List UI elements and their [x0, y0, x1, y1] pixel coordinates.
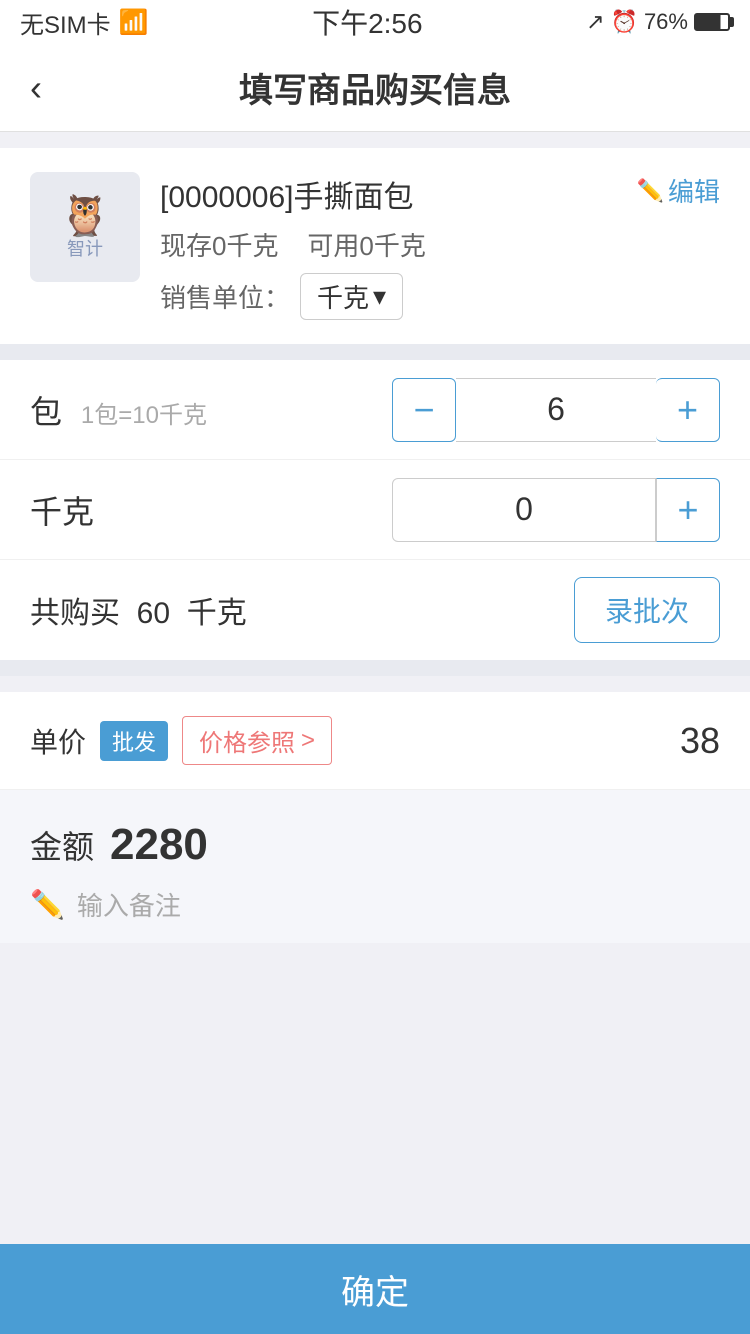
back-button[interactable]: ‹ — [30, 67, 42, 109]
alarm-icon: ⏰ — [611, 9, 638, 35]
wifi-icon: 📶 — [119, 8, 149, 37]
status-time: 下午2:56 — [312, 2, 423, 42]
amount-value: 2280 — [110, 820, 208, 870]
page-title: 填写商品购买信息 — [239, 63, 511, 112]
logo-text: 智计 — [67, 240, 103, 258]
bag-input[interactable] — [456, 378, 656, 442]
edit-button[interactable]: ✏️ 编辑 — [637, 172, 720, 209]
amount-label: 金额 — [30, 822, 94, 868]
status-right: ↗ ⏰ 76% — [586, 9, 730, 35]
battery-label: 76% — [644, 9, 688, 35]
summary-quantity: 60 — [137, 597, 170, 630]
confirm-bar[interactable]: 确定 — [0, 1244, 750, 1334]
price-row: 单价 批发 价格参照 > 38 — [0, 692, 750, 790]
bag-input-row: 包 1包=10千克 − + — [0, 360, 750, 460]
product-logo: 🦉 智计 — [60, 196, 110, 258]
kg-controls: + — [392, 478, 720, 542]
bag-plus-button[interactable]: + — [656, 378, 720, 442]
summary-row: 共购买 60 千克 录批次 — [0, 560, 750, 660]
kg-input[interactable] — [392, 478, 656, 542]
kg-input-row: 千克 + — [0, 460, 750, 560]
status-left: 无SIM卡 📶 — [20, 5, 149, 40]
kg-label: 千克 — [30, 487, 392, 533]
ref-arrow-icon: > — [301, 727, 315, 755]
note-row[interactable]: ✏️ 输入备注 — [30, 886, 720, 923]
dropdown-icon: ▾ — [373, 281, 386, 312]
unit-select[interactable]: 千克 ▾ — [300, 273, 403, 320]
product-card: 🦉 智计 [0000006]手撕面包 现存0千克 可用0千克 销售单位： 千克 … — [0, 148, 750, 344]
product-unit: 销售单位： 千克 ▾ — [160, 273, 720, 320]
bag-controls: − + — [392, 378, 720, 442]
bag-label: 包 1包=10千克 — [30, 387, 392, 433]
price-tag: 批发 — [100, 721, 168, 761]
price-value: 38 — [680, 720, 720, 762]
divider-1 — [0, 344, 750, 360]
bag-hint: 1包=10千克 — [81, 402, 207, 429]
pencil-icon: ✏️ — [30, 888, 65, 921]
location-icon: ↗ — [586, 9, 604, 35]
amount-section: 金额 2280 ✏️ 输入备注 — [0, 790, 750, 943]
status-bar: 无SIM卡 📶 下午2:56 ↗ ⏰ 76% — [0, 0, 750, 44]
kg-plus-button[interactable]: + — [656, 478, 720, 542]
summary-text: 共购买 60 千克 — [30, 588, 247, 632]
amount-row: 金额 2280 — [30, 820, 720, 870]
divider-2 — [0, 660, 750, 676]
batch-button[interactable]: 录批次 — [574, 577, 720, 643]
product-image: 🦉 智计 — [30, 172, 140, 282]
nav-bar: ‹ 填写商品购买信息 — [0, 44, 750, 132]
battery-icon — [694, 13, 730, 31]
price-label: 单价 — [30, 721, 86, 761]
input-section: 包 1包=10千克 − + 千克 + — [0, 360, 750, 560]
note-label: 输入备注 — [77, 886, 181, 923]
price-section: 单价 批发 价格参照 > 38 — [0, 692, 750, 790]
price-ref-button[interactable]: 价格参照 > — [182, 716, 332, 765]
edit-icon: ✏️ — [637, 178, 664, 204]
confirm-button[interactable]: 确定 — [341, 1265, 409, 1314]
carrier-label: 无SIM卡 — [20, 5, 111, 40]
product-stock: 现存0千克 可用0千克 — [160, 226, 720, 263]
bag-minus-button[interactable]: − — [392, 378, 456, 442]
bottom-content — [0, 943, 750, 1283]
